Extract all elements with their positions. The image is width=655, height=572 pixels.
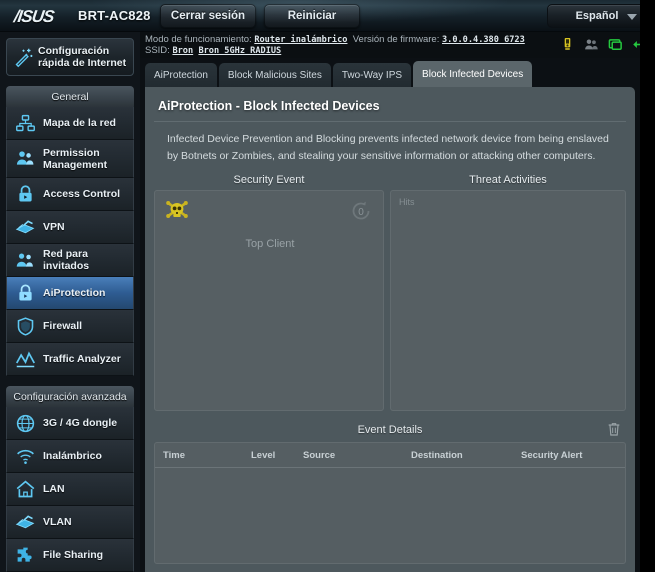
asus-logo: /ISUS xyxy=(12,7,55,26)
security-event-count: 0 xyxy=(358,207,364,218)
sidebar-item-vpn[interactable]: VPN xyxy=(6,211,134,244)
traffic-analyzer-icon xyxy=(15,350,36,367)
sidebar-item-aiprotection[interactable]: AiProtection xyxy=(6,277,134,310)
column-header-time: Time xyxy=(155,450,243,468)
guest-network-icon xyxy=(16,253,33,267)
top-client-label: Top Client xyxy=(245,238,295,250)
firewall-shield-icon xyxy=(17,316,34,336)
top-header-bar: /ISUS BRT-AC828 Cerrar sesión Reiniciar … xyxy=(0,0,655,32)
sidebar-label: Traffic Analyzer xyxy=(43,353,121,365)
column-header-source: Source xyxy=(295,450,403,468)
sidebar-section-advanced: Configuración avanzada xyxy=(6,386,134,407)
sidebar-label: Access Control xyxy=(43,188,121,200)
trash-icon[interactable] xyxy=(606,420,622,438)
router-admin-page: /ISUS BRT-AC828 Cerrar sesión Reiniciar … xyxy=(0,0,655,572)
sidebar-item-network-map[interactable]: Mapa de la red xyxy=(6,107,134,140)
sidebar-label: Firewall xyxy=(43,320,83,332)
wifi-icon xyxy=(17,449,34,464)
logout-button[interactable]: Cerrar sesión xyxy=(160,4,256,28)
firmware-label: Versión de firmware: xyxy=(352,34,440,45)
sidebar-item-3g-4g-dongle[interactable]: 3G / 4G dongle xyxy=(6,407,134,440)
magic-wand-icon xyxy=(15,48,33,67)
column-header-security-alert: Security Alert xyxy=(513,450,625,468)
sidebar-item-file-sharing[interactable]: File Sharing xyxy=(6,539,134,572)
info-line-ssid: SSID: Bron Bron_5GHz_RADIUS xyxy=(145,45,281,56)
puzzle-icon xyxy=(17,547,32,562)
column-header-destination: Destination xyxy=(403,450,513,468)
ssid-2ghz-value[interactable]: Bron xyxy=(172,46,193,56)
lock-icon xyxy=(19,184,32,201)
language-select[interactable]: Español xyxy=(547,4,647,28)
title-divider xyxy=(154,121,626,122)
vlan-icon xyxy=(15,514,35,528)
chevron-down-icon xyxy=(627,14,637,20)
sidebar-advanced-list: 3G / 4G dongle Inalámbrico LAN VLAN File… xyxy=(6,407,134,572)
tab-aiprotection[interactable]: AiProtection xyxy=(145,63,217,88)
content-area: AiProtection Block Malicious Sites Two-W… xyxy=(140,58,640,572)
sidebar-label: File Sharing xyxy=(43,549,104,561)
threat-hits-axis-label: Hits xyxy=(399,197,415,207)
sidebar-item-vlan[interactable]: VLAN xyxy=(6,506,134,539)
sidebar-item-permission-management[interactable]: Permission Management xyxy=(6,140,134,178)
router-info-strip: Modo de funcionamiento: Router inalámbri… xyxy=(140,32,655,58)
sidebar-label: 3G / 4G dongle xyxy=(43,417,118,429)
event-details-header-row: Time Level Source Destination Security A… xyxy=(155,443,625,468)
monitor-icon[interactable] xyxy=(608,37,623,52)
sidebar-general-list: Mapa de la red Permission Management Acc… xyxy=(6,107,134,376)
skull-crossbones-icon xyxy=(166,201,188,218)
event-details-table: Time Level Source Destination Security A… xyxy=(154,442,626,564)
sidebar-item-access-control[interactable]: Access Control xyxy=(6,178,134,211)
sidebar-item-wireless[interactable]: Inalámbrico xyxy=(6,440,134,473)
tab-bar: AiProtection Block Malicious Sites Two-W… xyxy=(140,58,640,88)
reset-counter-icon[interactable]: 0 xyxy=(349,199,373,223)
sidebar-label: Permission Management xyxy=(43,146,108,171)
router-model-label: BRT-AC828 xyxy=(78,8,151,23)
quick-setup-label: Configuración rápida de Internet xyxy=(38,45,127,69)
sidebar-item-guest-network[interactable]: Red para invitados xyxy=(6,244,134,277)
sidebar-section-general: General xyxy=(6,86,134,107)
threat-activities-chart: Hits xyxy=(390,190,626,411)
shield-lock-icon xyxy=(19,284,32,300)
column-header-level: Level xyxy=(243,450,295,468)
sidebar-item-lan[interactable]: LAN xyxy=(6,473,134,506)
users-icon[interactable] xyxy=(584,37,599,52)
header-status-icons xyxy=(560,37,647,52)
operation-mode-label: Modo de funcionamiento: xyxy=(145,34,252,45)
page-description: Infected Device Prevention and Blocking … xyxy=(167,133,609,162)
operation-mode-value[interactable]: Router inalámbrico xyxy=(254,35,347,45)
event-details-caption: Event Details xyxy=(357,424,423,436)
security-event-caption: Security Event xyxy=(233,174,305,186)
globe-icon xyxy=(16,414,35,432)
sidebar-item-quick-internet-setup[interactable]: Configuración rápida de Internet xyxy=(6,38,134,76)
sidebar-label: LAN xyxy=(43,483,65,495)
sidebar-label: Mapa de la red xyxy=(43,117,116,129)
tab-block-malicious-sites[interactable]: Block Malicious Sites xyxy=(218,63,331,88)
security-event-chart: 0 Top Client xyxy=(154,190,384,411)
sidebar-label: Red para invitados xyxy=(43,248,90,272)
alert-icon[interactable] xyxy=(560,37,575,52)
firmware-value[interactable]: 3.0.0.4.380_6723 xyxy=(442,35,525,45)
right-edge-strip xyxy=(640,0,655,572)
tab-two-way-ips[interactable]: Two-Way IPS xyxy=(332,63,412,88)
sidebar-label: VPN xyxy=(43,221,65,233)
tab-block-infected-devices[interactable]: Block Infected Devices xyxy=(413,61,533,88)
info-line-mode: Modo de funcionamiento: Router inalámbri… xyxy=(145,34,525,45)
reboot-button[interactable]: Reiniciar xyxy=(264,4,360,28)
sidebar: Configuración rápida de Internet General… xyxy=(0,32,140,572)
ssid-label: SSID: xyxy=(145,45,170,56)
language-select-value: Español xyxy=(575,10,619,22)
sidebar-label: AiProtection xyxy=(43,287,106,299)
home-icon xyxy=(16,480,35,497)
permission-icon xyxy=(16,151,34,165)
sidebar-item-traffic-analyzer[interactable]: Traffic Analyzer xyxy=(6,343,134,376)
network-map-icon xyxy=(16,114,35,131)
vpn-icon xyxy=(15,219,35,233)
ssid-5ghz-value[interactable]: Bron_5GHz_RADIUS xyxy=(198,46,281,56)
sidebar-label: VLAN xyxy=(43,516,72,528)
threat-activities-caption: Threat Activities xyxy=(469,174,547,186)
page-title: AiProtection - Block Infected Devices xyxy=(158,99,380,113)
aiprotection-panel: AiProtection - Block Infected Devices In… xyxy=(145,87,635,572)
sidebar-label: Inalámbrico xyxy=(43,450,102,462)
sidebar-item-firewall[interactable]: Firewall xyxy=(6,310,134,343)
